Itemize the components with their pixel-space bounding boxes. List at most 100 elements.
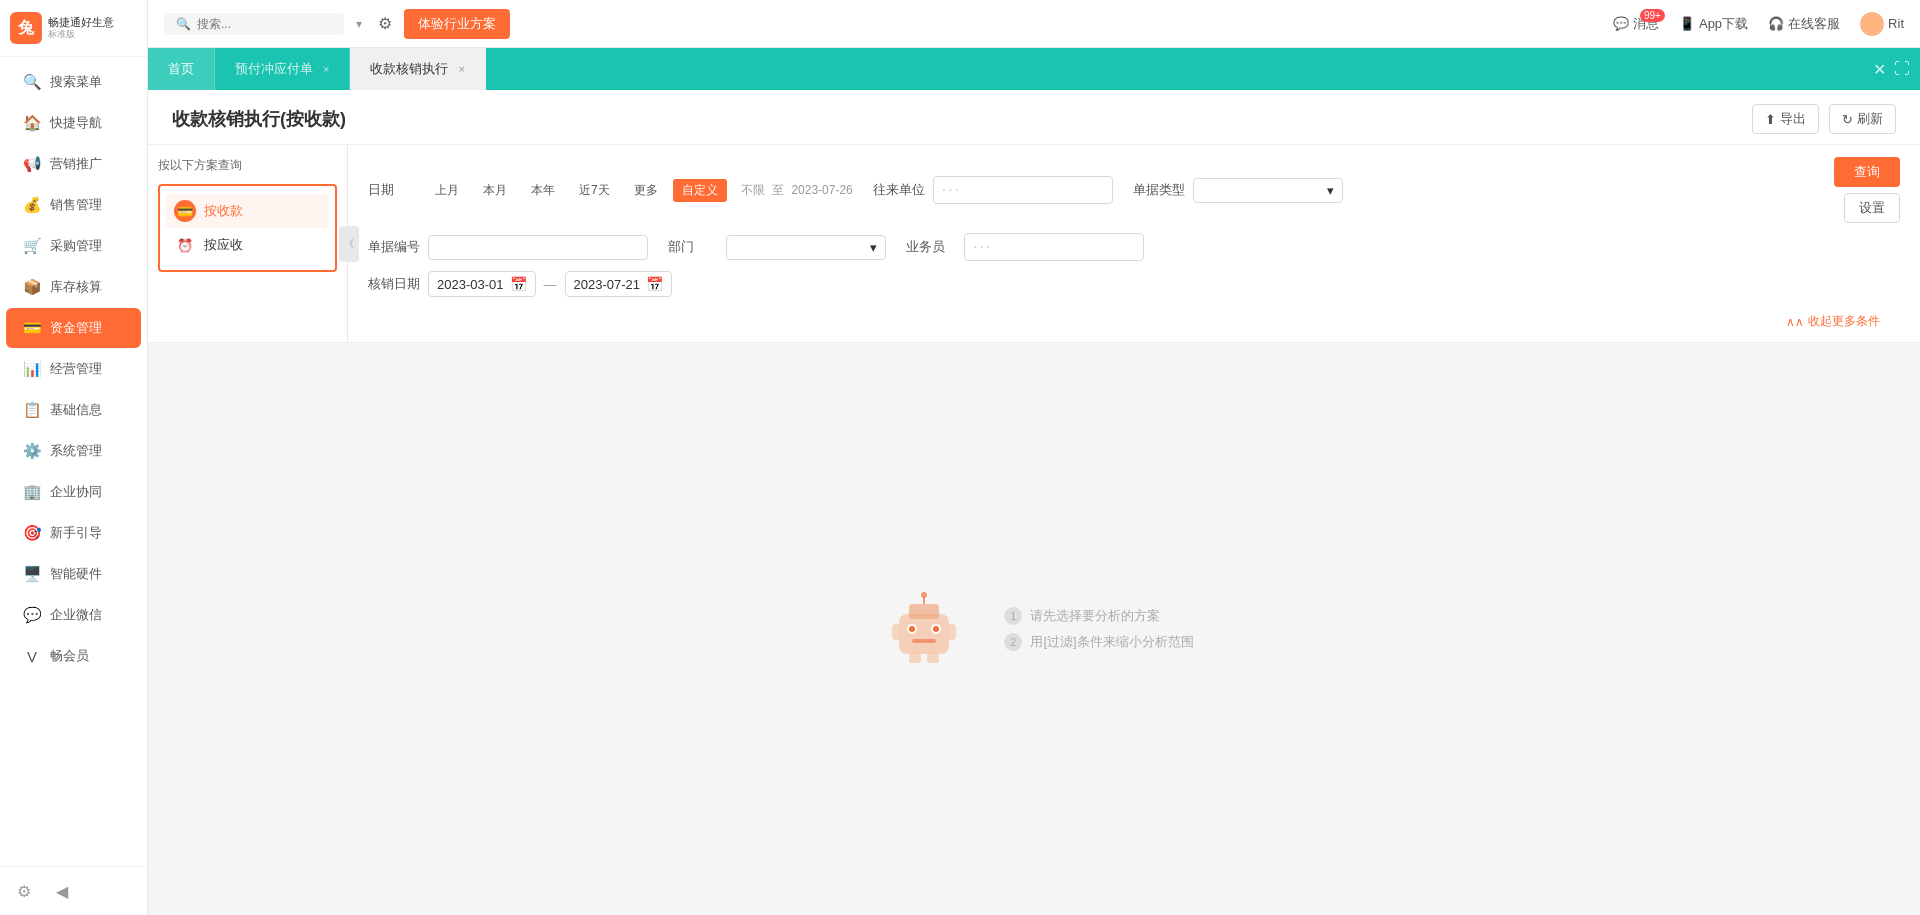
- industry-btn[interactable]: 体验行业方案: [404, 9, 510, 39]
- dept-select[interactable]: ▾: [726, 235, 886, 260]
- sidebar-item-quick-nav[interactable]: 🏠 快捷导航: [6, 103, 141, 143]
- guide-icon: 🎯: [22, 523, 42, 543]
- date-filter-field: 日期 上月 本月 本年 近7天 更多 自定义 不限 至 2023-07: [368, 179, 853, 202]
- tab-receipt-writeoff[interactable]: 收款核销执行 ×: [350, 48, 485, 90]
- doc-type-filter-field: 单据类型 ▾: [1133, 178, 1343, 203]
- sidebar-item-sales[interactable]: 💰 销售管理: [6, 185, 141, 225]
- header-search-box[interactable]: 🔍: [164, 13, 344, 35]
- settings-bottom-icon[interactable]: ⚙: [10, 877, 38, 905]
- home-icon: 🏠: [22, 113, 42, 133]
- system-icon: ⚙️: [22, 441, 42, 461]
- online-service-btn[interactable]: 🎧 在线客服: [1768, 15, 1840, 33]
- sidebar-item-guide[interactable]: 🎯 新手引导: [6, 513, 141, 553]
- inventory-icon: 📦: [22, 277, 42, 297]
- partner-select[interactable]: ···: [933, 176, 1113, 204]
- doc-no-label: 单据编号: [368, 238, 420, 256]
- chevron-down-icon[interactable]: ▾: [356, 17, 362, 31]
- scheme-by-receipt[interactable]: 💳 按收款: [166, 194, 329, 228]
- date-range-separator: —: [544, 277, 557, 292]
- sidebar-item-inventory[interactable]: 📦 库存核算: [6, 267, 141, 307]
- writeoff-date-end-input[interactable]: 2023-07-21 📅: [565, 271, 673, 297]
- tab-prepay[interactable]: 预付冲应付单 ×: [215, 48, 350, 90]
- doc-type-label: 单据类型: [1133, 181, 1185, 199]
- svg-rect-9: [909, 653, 921, 663]
- date-chip-7days[interactable]: 近7天: [570, 179, 619, 202]
- sidebar-item-operation[interactable]: 📊 经营管理: [6, 349, 141, 389]
- page-actions: ⬆ 导出 ↻ 刷新: [1752, 104, 1896, 134]
- date-chip-last-month[interactable]: 上月: [426, 179, 468, 202]
- sidebar-item-hardware[interactable]: 🖥️ 智能硬件: [6, 554, 141, 594]
- filter-row-2: 单据编号 部门 ▾ 业务员 ···: [368, 233, 1900, 261]
- doc-no-input[interactable]: [428, 235, 648, 260]
- date-chip-more[interactable]: 更多: [625, 179, 667, 202]
- sidebar-item-system[interactable]: ⚙️ 系统管理: [6, 431, 141, 471]
- tab-bar: 首页 预付冲应付单 × 收款核销执行 × ✕ ⛶: [148, 48, 1920, 90]
- collapse-sidebar-icon[interactable]: ◀: [48, 877, 76, 905]
- receivable-scheme-icon: ⏰: [174, 234, 196, 256]
- sidebar-item-enterprise[interactable]: 🏢 企业协同: [6, 472, 141, 512]
- user-name: Rit: [1888, 16, 1904, 31]
- sidebar-item-finance[interactable]: 💳 资金管理: [6, 308, 141, 348]
- scheme-by-receivable[interactable]: ⏰ 按应收: [166, 228, 329, 262]
- tab-bar-actions: ✕ ⛶: [1863, 48, 1920, 90]
- query-btn[interactable]: 查询: [1834, 157, 1900, 187]
- panel-title: 按以下方案查询: [158, 157, 337, 174]
- tab-home[interactable]: 首页: [148, 48, 215, 90]
- date-chip-custom[interactable]: 自定义: [673, 179, 727, 202]
- date-chip-this-month[interactable]: 本月: [474, 179, 516, 202]
- calendar-end-icon: 📅: [646, 276, 663, 292]
- svg-point-5: [933, 626, 939, 632]
- chevron-up-icon: ∧∧: [1786, 315, 1804, 329]
- doc-type-select[interactable]: ▾: [1193, 178, 1343, 203]
- sidebar-item-member[interactable]: V 畅会员: [6, 636, 141, 676]
- search-icon: 🔍: [176, 17, 191, 31]
- export-btn[interactable]: ⬆ 导出: [1752, 104, 1819, 134]
- user-profile[interactable]: Rit: [1860, 12, 1904, 36]
- header-right: 💬 消息 99+ 📱 App下载 🎧 在线客服 Rit: [1613, 12, 1904, 36]
- date-chip-this-year[interactable]: 本年: [522, 179, 564, 202]
- main-area: 🔍 ▾ ⚙ 体验行业方案 💬 消息 99+ 📱 App下载 🎧 在线客服 Rit: [148, 0, 1920, 915]
- search-input[interactable]: [197, 17, 317, 31]
- svg-rect-0: [899, 614, 949, 654]
- staff-select[interactable]: ···: [964, 233, 1144, 261]
- svg-rect-7: [892, 624, 900, 640]
- svg-rect-1: [909, 604, 939, 619]
- logo-text: 畅捷通好生意 标准版: [48, 15, 114, 41]
- sidebar: 兔 畅捷通好生意 标准版 🔍 搜索菜单 🏠 快捷导航 📢 营销推广 💰 销售管理…: [0, 0, 148, 915]
- date-no-limit-text: 不限 至 2023-07-26: [741, 182, 853, 199]
- sidebar-item-basic-info[interactable]: 📋 基础信息: [6, 390, 141, 430]
- writeoff-date-field: 核销日期 2023-03-01 📅 — 2023-07-21 📅: [368, 271, 672, 297]
- top-header: 🔍 ▾ ⚙ 体验行业方案 💬 消息 99+ 📱 App下载 🎧 在线客服 Rit: [148, 0, 1920, 48]
- chevron-down-icon-dept: ▾: [870, 240, 877, 255]
- sidebar-item-purchase[interactable]: 🛒 采购管理: [6, 226, 141, 266]
- message-btn[interactable]: 💬 消息 99+: [1613, 15, 1659, 33]
- expand-icon[interactable]: ⛶: [1894, 60, 1910, 78]
- hardware-icon: 🖥️: [22, 564, 42, 584]
- svg-rect-8: [948, 624, 956, 640]
- sidebar-item-marketing[interactable]: 📢 营销推广: [6, 144, 141, 184]
- collapse-more-btn[interactable]: ∧∧ 收起更多条件: [1786, 313, 1880, 330]
- writeoff-date-start-input[interactable]: 2023-03-01 📅: [428, 271, 536, 297]
- svg-rect-6: [912, 639, 936, 643]
- setting-btn[interactable]: 设置: [1844, 193, 1900, 223]
- gear-icon[interactable]: ⚙: [378, 14, 392, 33]
- sidebar-item-search-menu[interactable]: 🔍 搜索菜单: [6, 62, 141, 102]
- operation-icon: 📊: [22, 359, 42, 379]
- tab-receipt-writeoff-close[interactable]: ×: [458, 63, 464, 75]
- collapse-more-bar: ∧∧ 收起更多条件: [368, 307, 1900, 330]
- close-tab-icon[interactable]: ✕: [1873, 60, 1886, 79]
- svg-point-12: [921, 592, 927, 598]
- collapse-left-panel-btn[interactable]: 《: [339, 226, 359, 262]
- receipt-scheme-icon: 💳: [174, 200, 196, 222]
- calendar-start-icon: 📅: [510, 276, 527, 292]
- app-download-btn[interactable]: 📱 App下载: [1679, 15, 1748, 33]
- member-icon: V: [22, 646, 42, 666]
- writeoff-date-range: 2023-03-01 📅 — 2023-07-21 📅: [428, 271, 672, 297]
- wechat-icon: 💬: [22, 605, 42, 625]
- tab-prepay-close[interactable]: ×: [323, 63, 329, 75]
- message-icon: 💬: [1613, 16, 1629, 31]
- refresh-btn[interactable]: ↻ 刷新: [1829, 104, 1896, 134]
- marketing-icon: 📢: [22, 154, 42, 174]
- filter-row-1: 日期 上月 本月 本年 近7天 更多 自定义 不限 至 2023-07: [368, 157, 1900, 223]
- sidebar-item-wechat[interactable]: 💬 企业微信: [6, 595, 141, 635]
